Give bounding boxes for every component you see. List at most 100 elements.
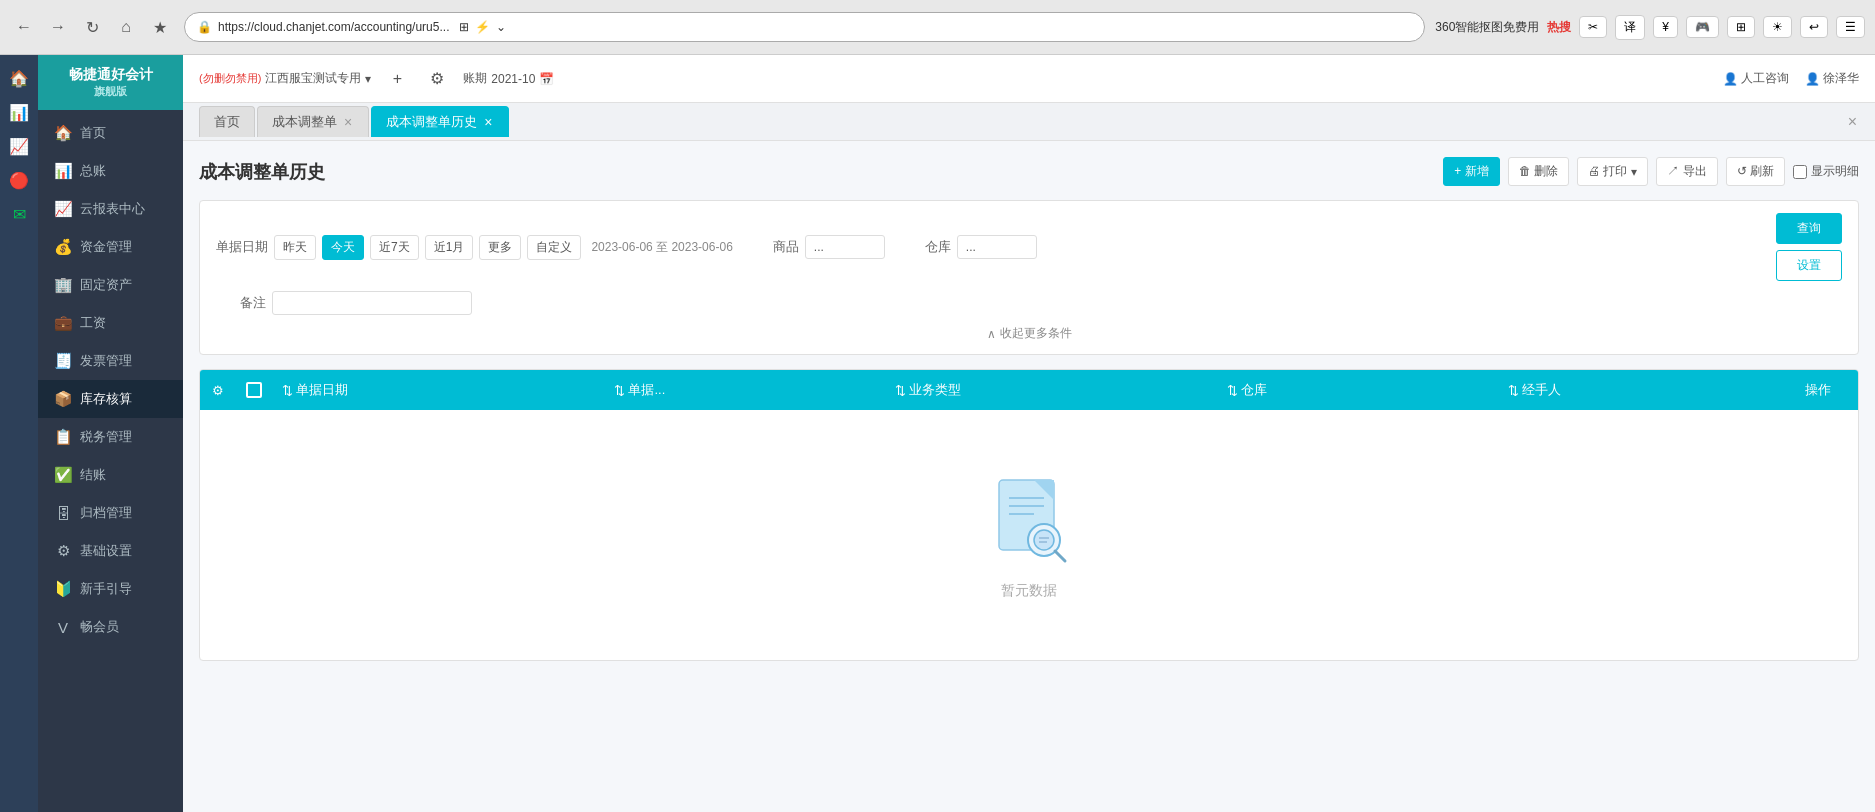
tab-cost-adjust[interactable]: 成本调整单 × bbox=[257, 106, 369, 137]
company-select[interactable]: (勿删勿禁用) 江西服宝测试专用 ▾ bbox=[199, 70, 371, 87]
sidebar-item-云报表中心[interactable]: 📈云报表中心 bbox=[38, 190, 183, 228]
close-all-tabs[interactable]: × bbox=[1846, 113, 1859, 131]
forward-button[interactable]: → bbox=[44, 13, 72, 41]
date-btn-yesterday[interactable]: 昨天 bbox=[274, 235, 316, 260]
settings-filter-button[interactable]: 设置 bbox=[1776, 250, 1842, 281]
sidebar-item-固定资产[interactable]: 🏢固定资产 bbox=[38, 266, 183, 304]
svg-point-6 bbox=[1034, 530, 1054, 550]
service-action[interactable]: 👤 人工咨询 bbox=[1723, 70, 1789, 87]
refresh-button[interactable]: ↻ bbox=[78, 13, 106, 41]
th-biztype-label: 业务类型 bbox=[909, 381, 961, 399]
query-button[interactable]: 查询 bbox=[1776, 213, 1842, 244]
grid-tool[interactable]: ⊞ bbox=[1727, 16, 1755, 38]
back-button[interactable]: ← bbox=[10, 13, 38, 41]
remark-input[interactable] bbox=[272, 291, 472, 315]
app-container: 🏠 📊 📈 🔴 ✉ 畅捷通好会计 旗舰版 🏠首页📊总账📈云报表中心💰资金管理🏢固… bbox=[0, 55, 1875, 812]
sidebar-item-总账[interactable]: 📊总账 bbox=[38, 152, 183, 190]
collapse-button[interactable]: ∧ 收起更多条件 bbox=[987, 325, 1072, 342]
collapse-label: 收起更多条件 bbox=[1000, 325, 1072, 342]
sidebar-item-库存核算[interactable]: 📦库存核算 bbox=[38, 380, 183, 418]
refresh-button[interactable]: ↺ 刷新 bbox=[1726, 157, 1785, 186]
tab-cost-adjust-close[interactable]: × bbox=[342, 114, 354, 130]
th-biztype-sort-icon: ⇅ bbox=[895, 383, 906, 398]
date-btn-more[interactable]: 更多 bbox=[479, 235, 521, 260]
th-date[interactable]: ⇅ 单据日期 bbox=[272, 381, 604, 399]
settings-icon-btn[interactable]: ⚙ bbox=[423, 65, 451, 93]
sidebar-logo: 畅捷通好会计 旗舰版 bbox=[38, 55, 183, 110]
print-dropdown-icon: ▾ bbox=[1631, 165, 1637, 179]
new-button[interactable]: + 新增 bbox=[1443, 157, 1499, 186]
th-biztype[interactable]: ⇅ 业务类型 bbox=[885, 381, 1217, 399]
th-checkbox[interactable] bbox=[236, 382, 272, 398]
service-label: 人工咨询 bbox=[1741, 70, 1789, 87]
goods-filter-item: 商品 ... bbox=[749, 235, 885, 259]
sidebar-item-基础设置[interactable]: ⚙基础设置 bbox=[38, 532, 183, 570]
th-warehouse[interactable]: ⇅ 仓库 bbox=[1217, 381, 1497, 399]
th-warehouse-sort-icon: ⇅ bbox=[1227, 383, 1238, 398]
print-button[interactable]: 🖨 打印 ▾ bbox=[1577, 157, 1648, 186]
sidebar-item-发票管理[interactable]: 🧾 发票管理 bbox=[38, 342, 183, 380]
sidebar-item-资金管理[interactable]: 💰资金管理 bbox=[38, 228, 183, 266]
date-btn-7days[interactable]: 近7天 bbox=[370, 235, 419, 260]
sidebar-label-6: 发票管理 bbox=[80, 352, 132, 370]
user-label: 徐泽华 bbox=[1823, 70, 1859, 87]
show-col-checkbox[interactable] bbox=[1793, 165, 1807, 179]
date-btn-1month[interactable]: 近1月 bbox=[425, 235, 474, 260]
top-bar: (勿删勿禁用) 江西服宝测试专用 ▾ + ⚙ 账期 2021-10 📅 👤 人工… bbox=[183, 55, 1875, 103]
browser-chrome: ← → ↻ ⌂ ★ 🔒 https://cloud.chanjet.com/ac… bbox=[0, 0, 1875, 55]
game-tool[interactable]: 🎮 bbox=[1686, 16, 1719, 38]
th-gear[interactable]: ⚙ bbox=[200, 383, 236, 398]
translate-tool[interactable]: 译 bbox=[1615, 15, 1645, 40]
sidebar-item-首页[interactable]: 🏠首页 bbox=[38, 114, 183, 152]
tab-home[interactable]: 首页 bbox=[199, 106, 255, 137]
sidebar-item-结账[interactable]: ✅结账 bbox=[38, 456, 183, 494]
date-btn-custom[interactable]: 自定义 bbox=[527, 235, 581, 260]
th-voucher[interactable]: ⇅ 单据... bbox=[604, 381, 884, 399]
th-actions: 操作 bbox=[1778, 381, 1858, 399]
logo-line2: 旗舰版 bbox=[94, 84, 127, 99]
home-button[interactable]: ⌂ bbox=[112, 13, 140, 41]
tab-cost-adjust-history-close[interactable]: × bbox=[482, 114, 494, 130]
header-checkbox[interactable] bbox=[246, 382, 262, 398]
icon-sidebar-weibo[interactable]: 🔴 bbox=[4, 165, 34, 195]
delete-button[interactable]: 🗑 删除 bbox=[1508, 157, 1569, 186]
show-col-text: 显示明细 bbox=[1811, 163, 1859, 180]
grid-icon: ⊞ bbox=[459, 20, 469, 34]
icon-sidebar-green[interactable]: ✉ bbox=[4, 199, 34, 229]
date-btn-today[interactable]: 今天 bbox=[322, 235, 364, 260]
period-value: 2021-10 bbox=[491, 72, 535, 86]
user-icon: 👤 bbox=[1805, 72, 1820, 86]
warehouse-select[interactable]: ... bbox=[957, 235, 1037, 259]
address-bar[interactable]: 🔒 https://cloud.chanjet.com/accounting/u… bbox=[184, 12, 1425, 42]
undo-tool[interactable]: ↩ bbox=[1800, 16, 1828, 38]
menu-tool[interactable]: ☰ bbox=[1836, 16, 1865, 38]
icon-sidebar-ledger[interactable]: 📊 bbox=[4, 97, 34, 127]
sidebar-item-畅会员[interactable]: V畅会员 bbox=[38, 608, 183, 646]
icon-sidebar-home[interactable]: 🏠 bbox=[4, 63, 34, 93]
empty-state: 暂元数据 bbox=[200, 410, 1858, 660]
sidebar-item-新手引导[interactable]: 🔰 新手引导 bbox=[38, 570, 183, 608]
tab-cost-adjust-history[interactable]: 成本调整单历史 × bbox=[371, 106, 509, 137]
sidebar-item-税务管理[interactable]: 📋税务管理 bbox=[38, 418, 183, 456]
coin-tool[interactable]: ¥ bbox=[1653, 16, 1678, 38]
th-operator[interactable]: ⇅ 经手人 bbox=[1498, 381, 1778, 399]
sidebar-item-归档管理[interactable]: 🗄归档管理 bbox=[38, 494, 183, 532]
sidebar-item-工资[interactable]: 💼工资 bbox=[38, 304, 183, 342]
svg-line-7 bbox=[1055, 551, 1065, 561]
user-action[interactable]: 👤 徐泽华 bbox=[1805, 70, 1859, 87]
sun-tool[interactable]: ☀ bbox=[1763, 16, 1792, 38]
goods-select[interactable]: ... bbox=[805, 235, 885, 259]
export-button[interactable]: ↗ 导出 bbox=[1656, 157, 1717, 186]
add-tab-button[interactable]: + bbox=[383, 65, 411, 93]
sidebar-label-12: 新手引导 bbox=[80, 580, 132, 598]
sidebar-icon-4: 🏢 bbox=[54, 276, 72, 294]
show-col-checkbox-label: 显示明细 bbox=[1793, 163, 1859, 180]
sidebar-icon-6: 🧾 bbox=[54, 352, 72, 370]
sidebar-label-1: 总账 bbox=[80, 162, 106, 180]
cut-tool[interactable]: ✂ bbox=[1579, 16, 1607, 38]
star-button[interactable]: ★ bbox=[146, 13, 174, 41]
sidebar-icon-12: 🔰 bbox=[54, 580, 72, 598]
sidebar-label-0: 首页 bbox=[80, 124, 106, 142]
page-content: 成本调整单历史 + 新增 🗑 删除 🖨 打印 ▾ ↗ 导出 ↺ 刷新 显示明细 bbox=[183, 141, 1875, 812]
icon-sidebar-reports[interactable]: 📈 bbox=[4, 131, 34, 161]
